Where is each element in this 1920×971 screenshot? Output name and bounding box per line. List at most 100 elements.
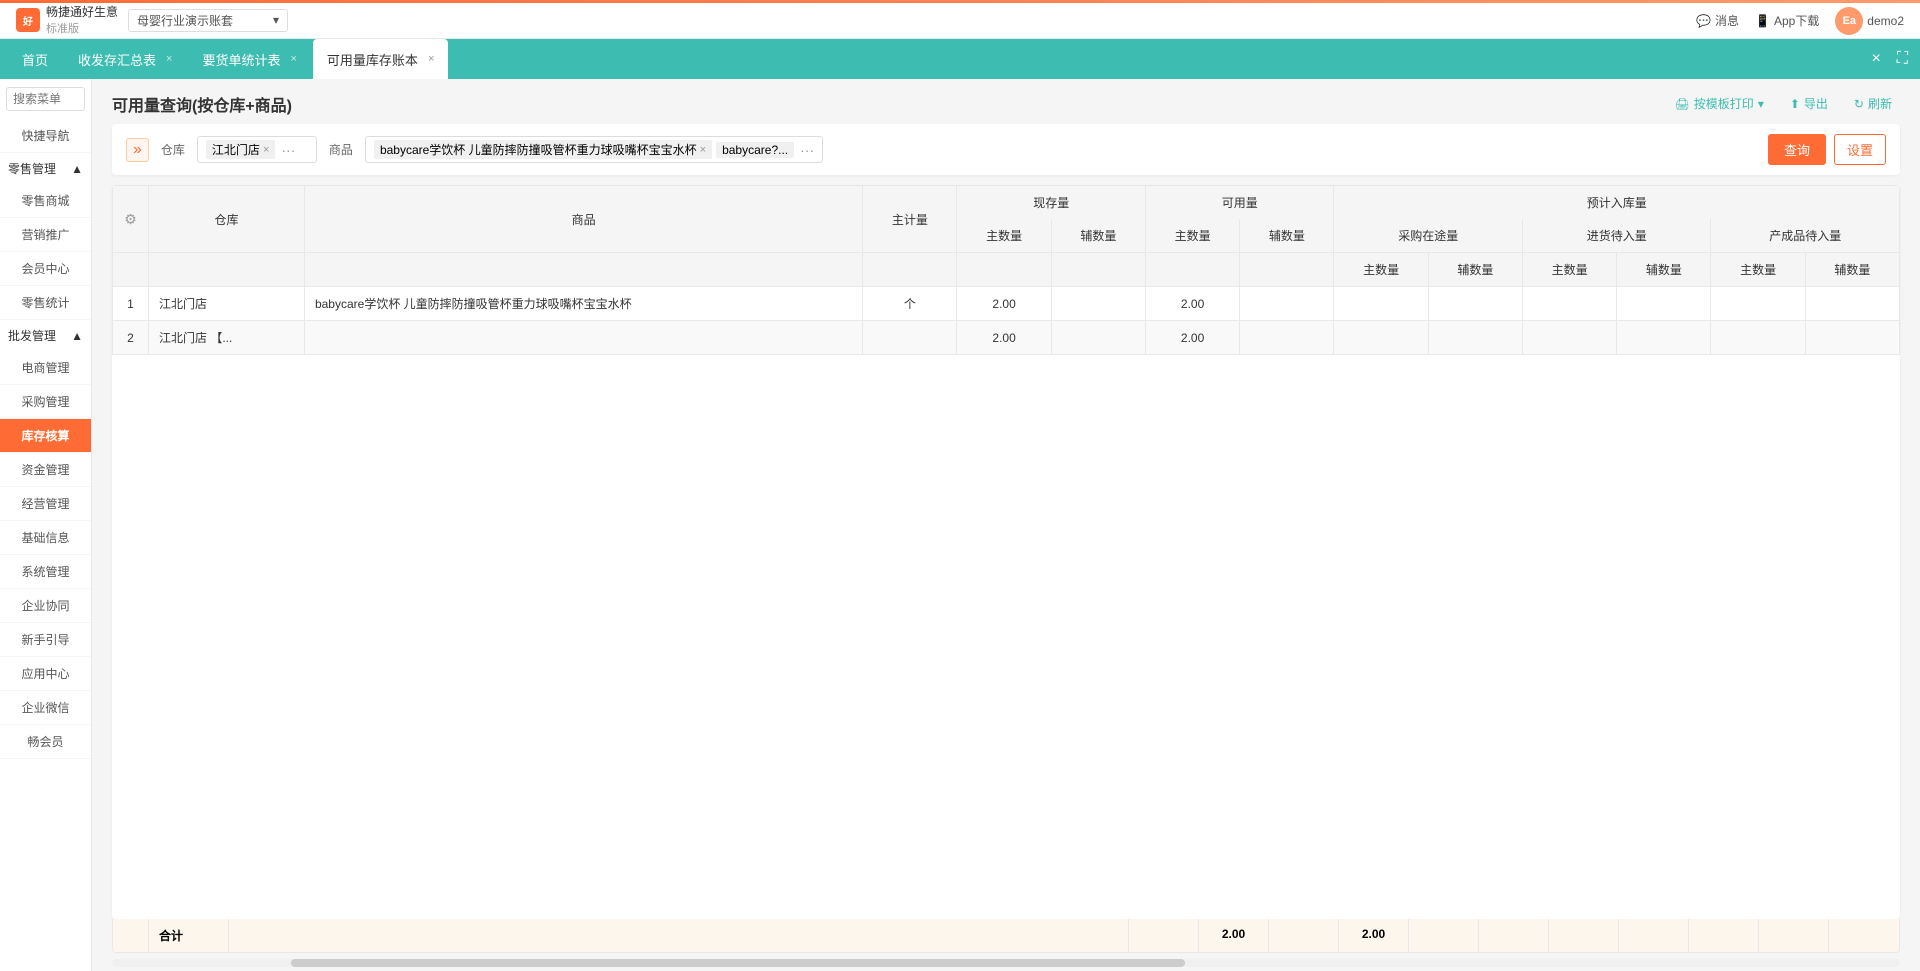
row1-product-aux <box>1805 287 1899 321</box>
row1-avail-aux <box>1240 287 1334 321</box>
sidebar-item-purchase[interactable]: 采购管理 <box>0 385 91 419</box>
export-button[interactable]: ⬆ 导出 <box>1782 91 1836 116</box>
row1-warehouse: 江北门店 <box>149 287 305 321</box>
filter-bar: » 仓库 江北门店 × ··· 商品 babycare学饮杯 儿童防摔防撞吸管杯… <box>112 124 1900 175</box>
top-bar-right: 💬 消息 📱 App下载 Ea demo2 <box>1696 7 1904 35</box>
top-bar-left: 好 畅捷通好生意 标准版 母婴行业演示账套 ▾ <box>16 5 288 35</box>
page-actions: 🖨 按模板打印 ▾ ⬆ 导出 ↻ 刷新 <box>1667 91 1900 116</box>
tab-orders-close[interactable]: × <box>290 53 296 65</box>
expand-button[interactable]: ⛶ <box>1893 50 1912 68</box>
tab-orders[interactable]: 要货单统计表 × <box>188 39 310 79</box>
summary-purchase-main <box>1479 919 1549 952</box>
tab-inventory[interactable]: 可用量库存账本 × <box>313 39 448 79</box>
row2-purchase-main <box>1334 321 1428 355</box>
settings-button[interactable]: 设置 <box>1834 134 1886 165</box>
sidebar-item-enterprise[interactable]: 企业协同 <box>0 589 91 623</box>
sidebar-item-ecommerce[interactable]: 电商管理 <box>0 351 91 385</box>
avail-main-qty-header: 主数量 <box>1145 219 1239 253</box>
print-icon: 🖨 <box>1675 97 1690 111</box>
logo-text: 畅捷通好生意 <box>46 5 118 19</box>
warehouse-more[interactable]: ··· <box>281 142 295 158</box>
wechat-label: 企业微信 <box>21 699 69 716</box>
wholesale-label: 批发管理 <box>8 327 56 344</box>
refresh-button[interactable]: ↻ 刷新 <box>1846 91 1900 116</box>
tab-inventory-label: 可用量库存账本 <box>327 50 418 69</box>
enterprise-label: 企业协同 <box>21 597 69 614</box>
user-profile[interactable]: Ea demo2 <box>1835 7 1904 35</box>
table-container: ⚙ 仓库 商品 主计量 现存量 可用量 预计入库量 主数量 辅数量 主数量 辅数… <box>112 185 1900 919</box>
table-settings-icon[interactable]: ⚙ <box>124 211 137 227</box>
sidebar-item-tutorial[interactable]: 新手引导 <box>0 623 91 657</box>
scroll-thumb[interactable] <box>291 959 1185 967</box>
page-title: 可用量查询(按仓库+商品) <box>112 92 292 116</box>
sidebar-item-retail-management[interactable]: 零售管理 ▲ <box>0 153 91 184</box>
tab-receivables-label: 收发存汇总表 <box>78 50 156 69</box>
product-filter-label: 商品 <box>329 141 353 158</box>
sidebar-item-inventory[interactable]: 库存核算 <box>0 419 91 453</box>
tab-home-label: 首页 <box>22 50 48 69</box>
template-selector[interactable]: 母婴行业演示账套 ▾ <box>128 9 288 32</box>
product-filter-input[interactable]: babycare学饮杯 儿童防摔防撞吸管杯重力球吸嘴杯宝宝水杯 × babyca… <box>365 136 823 163</box>
nav-tabs: 首页 收发存汇总表 × 要货单统计表 × 可用量库存账本 × × ⛶ <box>0 39 1920 79</box>
tab-home[interactable]: 首页 <box>8 39 62 79</box>
sidebar-item-app-center[interactable]: 应用中心 <box>0 657 91 691</box>
filter-expand-button[interactable]: » <box>126 138 149 162</box>
warehouse-col-header: 仓库 <box>149 186 305 253</box>
sidebar-item-basics[interactable]: 基础信息 <box>0 521 91 555</box>
tab-receivables-close[interactable]: × <box>166 53 172 65</box>
product-tag-1-remove[interactable]: × <box>700 144 706 156</box>
print-button[interactable]: 🖨 按模板打印 ▾ <box>1667 91 1772 116</box>
warehouse-filter-input[interactable]: 江北门店 × ··· <box>197 136 317 163</box>
retail-management-label: 零售管理 <box>8 160 56 177</box>
sidebar-item-retail-stats[interactable]: 零售统计 <box>0 286 91 320</box>
download-icon: 📱 <box>1755 14 1770 28</box>
row1-purchase-main <box>1334 287 1428 321</box>
empty-header-3 <box>863 253 957 287</box>
summary-incoming-aux <box>1689 919 1759 952</box>
sidebar-item-members[interactable]: 会员中心 <box>0 252 91 286</box>
sidebar-item-member-club[interactable]: 畅会员 <box>0 725 91 759</box>
close-all-button[interactable]: × <box>1867 50 1884 68</box>
sidebar-item-retail-mall[interactable]: 零售商城 <box>0 184 91 218</box>
row2-product-aux <box>1805 321 1899 355</box>
main-layout: 快捷导航 零售管理 ▲ 零售商城 营销推广 会员中心 零售统计 批发管理 ▲ 电… <box>0 79 1920 971</box>
warehouse-tag-remove[interactable]: × <box>263 144 269 156</box>
export-label: 导出 <box>1804 95 1828 112</box>
settings-col-header: ⚙ <box>113 186 149 253</box>
query-button[interactable]: 查询 <box>1768 134 1826 165</box>
search-input[interactable] <box>6 87 85 111</box>
retail-stats-label: 零售统计 <box>21 294 69 311</box>
sidebar-item-finance[interactable]: 资金管理 <box>0 453 91 487</box>
username-label: demo2 <box>1867 14 1904 28</box>
product-more[interactable]: ··· <box>800 142 814 158</box>
content-area: 可用量查询(按仓库+商品) 🖨 按模板打印 ▾ ⬆ 导出 ↻ 刷新 » <box>92 79 1920 971</box>
app-download-button[interactable]: 📱 App下载 <box>1755 12 1819 29</box>
tab-receivables[interactable]: 收发存汇总表 × <box>64 39 186 79</box>
summary-empty-product <box>229 919 1129 952</box>
row2-incoming-main <box>1522 321 1616 355</box>
ecommerce-label: 电商管理 <box>21 359 69 376</box>
sidebar: 快捷导航 零售管理 ▲ 零售商城 营销推广 会员中心 零售统计 批发管理 ▲ 电… <box>0 79 92 971</box>
app-center-label: 应用中心 <box>21 665 69 682</box>
sidebar-item-operations[interactable]: 经营管理 <box>0 487 91 521</box>
avail-main-header <box>1145 253 1239 287</box>
summary-avail-main: 2.00 <box>1339 919 1409 952</box>
members-label: 会员中心 <box>21 260 69 277</box>
sidebar-item-system[interactable]: 系统管理 <box>0 555 91 589</box>
print-chevron: ▾ <box>1758 97 1764 111</box>
tutorial-label: 新手引导 <box>21 631 69 648</box>
tab-inventory-close[interactable]: × <box>428 53 434 65</box>
product-aux-header: 辅数量 <box>1805 253 1899 287</box>
row2-warehouse: 江北门店 【... <box>149 321 305 355</box>
empty-header-1 <box>149 253 305 287</box>
purchase-main-header: 主数量 <box>1334 253 1428 287</box>
sidebar-item-marketing[interactable]: 营销推广 <box>0 218 91 252</box>
message-button[interactable]: 💬 消息 <box>1696 12 1739 29</box>
sidebar-item-wechat[interactable]: 企业微信 <box>0 691 91 725</box>
sidebar-item-wholesale[interactable]: 批发管理 ▲ <box>0 320 91 351</box>
summary-purchase-aux <box>1549 919 1619 952</box>
sidebar-item-quick-nav[interactable]: 快捷导航 <box>0 119 91 153</box>
horizontal-scrollbar[interactable] <box>112 959 1900 967</box>
summary-product-main <box>1759 919 1829 952</box>
operations-label: 经营管理 <box>21 495 69 512</box>
